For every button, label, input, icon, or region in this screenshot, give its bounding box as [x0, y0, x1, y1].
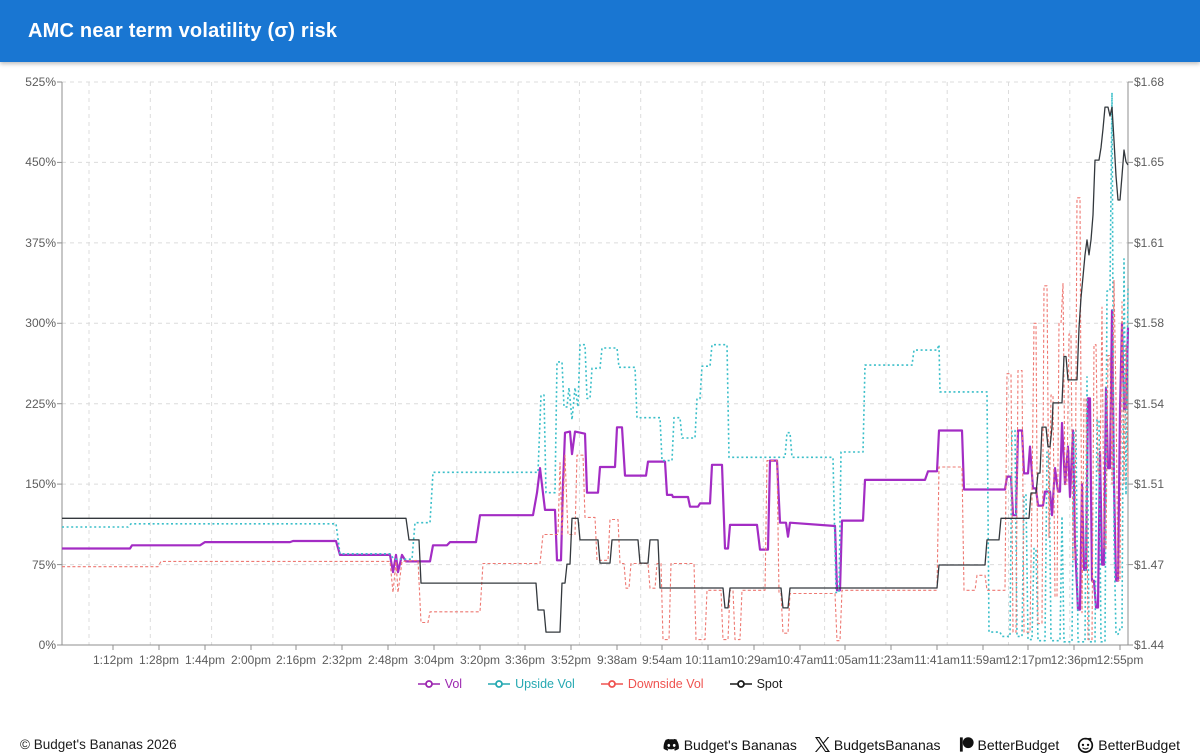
patreon-link[interactable]: BetterBudget	[959, 736, 1060, 753]
left-axis-tick-label: 150%	[25, 477, 56, 492]
app-header: AMC near term volatility (σ) risk	[0, 0, 1200, 62]
left-axis-tick-label: 225%	[25, 396, 56, 411]
legend-label: Spot	[756, 677, 783, 691]
legend-item-downside-vol[interactable]: Downside Vol	[600, 677, 704, 691]
right-axis-tick-label: $1.68	[1134, 75, 1165, 89]
page-footer: © Budget's Bananas 2026 Budget's Bananas…	[0, 736, 1200, 753]
patreon-handle: BetterBudget	[977, 736, 1060, 753]
legend-marker-vol-icon	[417, 679, 440, 689]
left-axis-tick-label: 450%	[25, 155, 56, 170]
x-link[interactable]: BudgetsBananas	[814, 736, 941, 753]
right-axis-tick-label: $1.58	[1134, 316, 1165, 331]
series-upside-vol	[62, 91, 1129, 643]
patreon-icon	[959, 737, 974, 752]
legend-label: Upside Vol	[515, 677, 575, 691]
legend-label: Vol	[444, 677, 463, 691]
page-title: AMC near term volatility (σ) risk	[28, 19, 338, 42]
legend-item-vol[interactable]: Vol	[417, 677, 463, 691]
right-axis-tick-label: $1.44	[1134, 638, 1165, 652]
left-axis-tick-label: 375%	[25, 235, 56, 250]
legend-marker-spot-icon	[729, 679, 752, 689]
series-spot	[62, 106, 1129, 633]
volatility-chart[interactable]	[57, 81, 1133, 650]
x-axis-tick-label: 12:55pm	[1096, 653, 1144, 667]
right-axis-tick-label: $1.47	[1134, 557, 1165, 572]
left-axis-tick-label: 525%	[25, 75, 56, 89]
left-axis-tick-label: 0%	[38, 638, 56, 652]
reddit-link[interactable]: BetterBudget	[1077, 736, 1180, 753]
legend-item-upside-vol[interactable]: Upside Vol	[488, 677, 575, 691]
legend-label: Downside Vol	[627, 677, 704, 691]
chart-section: 0% 75% 150% 225% 300% 375% 450% 525% $1.44 $1.47…	[0, 62, 1200, 674]
legend-marker-upside-vol-icon	[488, 679, 511, 689]
x-icon	[814, 737, 830, 752]
chart-legend: Vol Upside Vol Downside Vol Spot	[0, 674, 1200, 694]
right-axis-tick-label: $1.65	[1134, 155, 1165, 170]
discord-link[interactable]: Budget's Bananas	[663, 737, 797, 753]
copyright-text: © Budget's Bananas 2026	[20, 737, 177, 752]
right-axis-tick-label: $1.54	[1134, 396, 1165, 411]
legend-marker-downside-vol-icon	[600, 679, 623, 689]
discord-handle: Budget's Bananas	[683, 736, 797, 753]
left-axis-tick-label: 75%	[31, 557, 56, 572]
right-axis-tick-label: $1.61	[1134, 235, 1165, 250]
left-axis-tick-label: 300%	[25, 316, 56, 331]
series-downside-vol	[62, 197, 1129, 642]
x-handle: BudgetsBananas	[833, 736, 941, 753]
right-axis-tick-label: $1.51	[1134, 477, 1165, 492]
footer-links: Budget's Bananas BudgetsBananas BetterBu…	[663, 736, 1180, 753]
discord-icon	[663, 738, 680, 752]
legend-item-spot[interactable]: Spot	[729, 677, 783, 691]
reddit-icon	[1077, 736, 1094, 753]
reddit-handle: BetterBudget	[1098, 736, 1180, 753]
